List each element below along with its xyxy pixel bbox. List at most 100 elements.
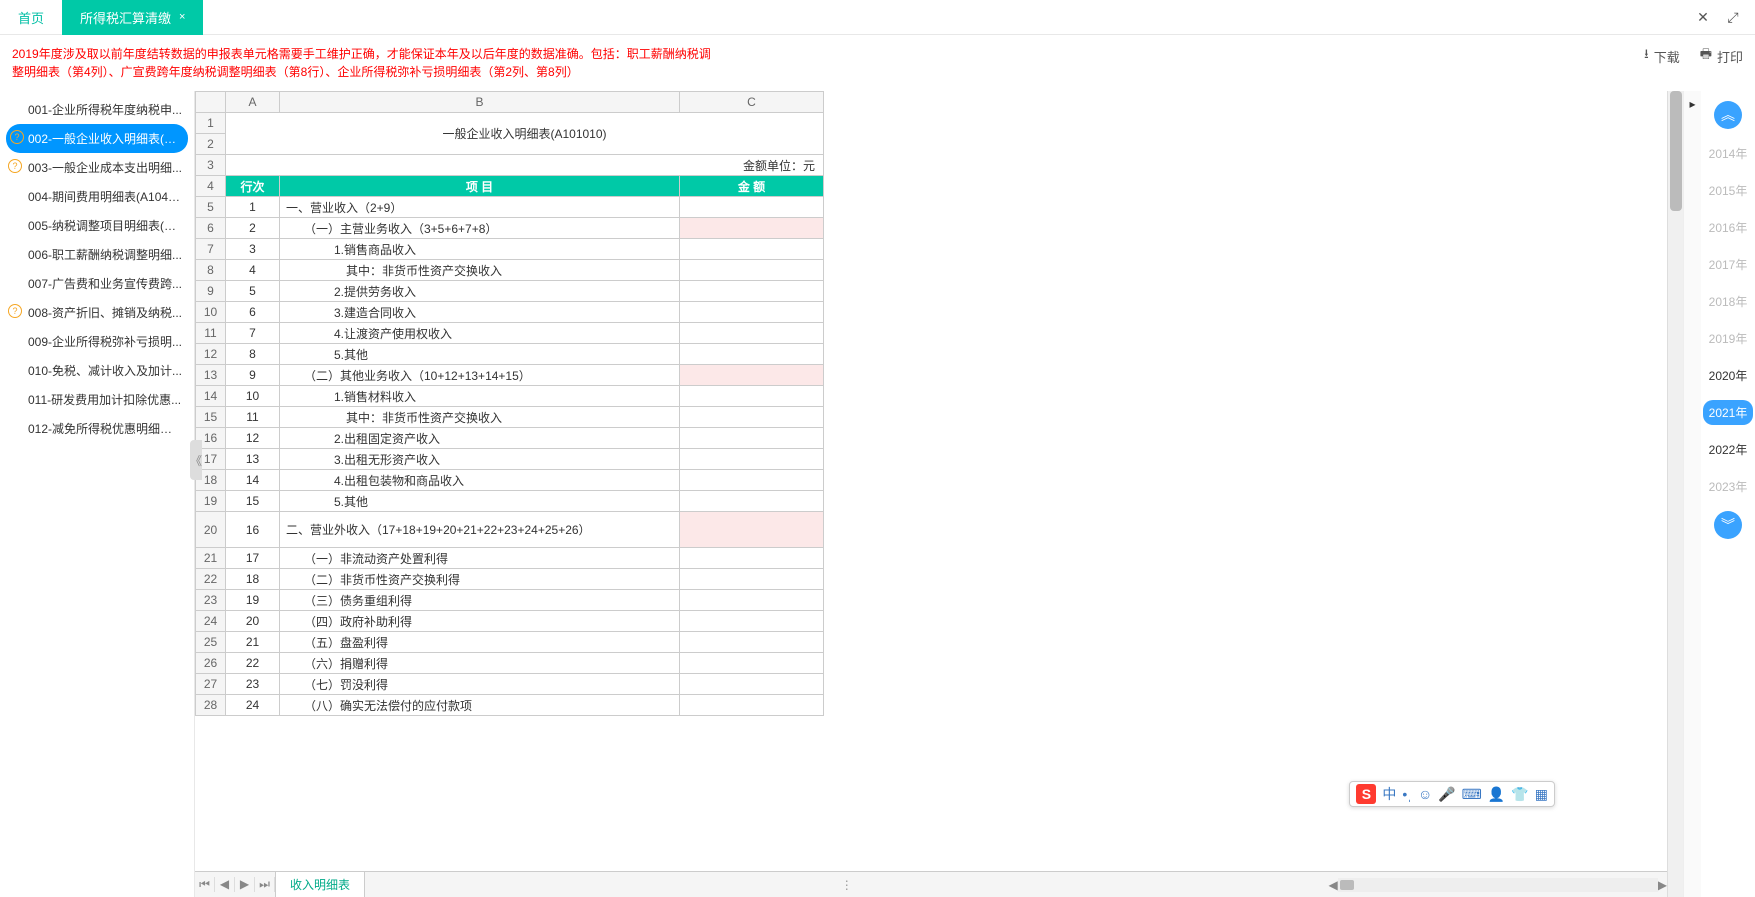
cell-rownum[interactable]: 5 — [226, 281, 280, 302]
cell-amount[interactable] — [680, 239, 824, 260]
row-header[interactable]: 22 — [196, 569, 226, 590]
cell-item[interactable]: （一）主营业务收入（3+5+6+7+8） — [280, 218, 680, 239]
cell-item[interactable]: 4.出租包装物和商品收入 — [280, 470, 680, 491]
row-header[interactable]: 24 — [196, 611, 226, 632]
hscroll-right-icon[interactable]: ▶ — [1658, 878, 1667, 892]
sheet-scroll[interactable]: A B C 1 一般企业收入明细表(A101010) 2 3 金额单位：元 4 — [195, 91, 1667, 871]
row-header[interactable]: 28 — [196, 695, 226, 716]
cell-amount[interactable] — [680, 512, 824, 548]
cell-item[interactable]: 一、营业收入（2+9） — [280, 197, 680, 218]
row-header[interactable]: 11 — [196, 323, 226, 344]
row-header[interactable]: 1 — [196, 113, 226, 134]
cell-rownum[interactable]: 16 — [226, 512, 280, 548]
header-item[interactable]: 项 目 — [280, 176, 680, 197]
cell-rownum[interactable]: 20 — [226, 611, 280, 632]
nav-next-icon[interactable]: ▶ — [235, 877, 255, 892]
sidebar-item-9[interactable]: 009-企业所得税弥补亏损明... — [0, 327, 194, 356]
year-scroll-up[interactable]: ︽ — [1714, 101, 1742, 129]
cell-amount[interactable] — [680, 365, 824, 386]
hscroll-thumb[interactable] — [1340, 880, 1354, 890]
cell-item[interactable]: （七）罚没利得 — [280, 674, 680, 695]
cell-item[interactable]: 5.其他 — [280, 344, 680, 365]
cell-item[interactable]: （五）盘盈利得 — [280, 632, 680, 653]
cell-item[interactable]: 1.销售材料收入 — [280, 386, 680, 407]
sheet-title[interactable]: 一般企业收入明细表(A101010) — [226, 113, 824, 155]
ime-lang-icon[interactable]: 中 — [1382, 784, 1396, 804]
row-header[interactable]: 10 — [196, 302, 226, 323]
cell-rownum[interactable]: 4 — [226, 260, 280, 281]
cell-item[interactable]: 其中：非货币性资产交换收入 — [280, 407, 680, 428]
nav-first-icon[interactable]: ⏮ — [195, 877, 215, 892]
cell-amount[interactable] — [680, 491, 824, 512]
year-option[interactable]: 2021年 — [1703, 400, 1754, 425]
ime-account-icon[interactable]: 👤 — [1488, 786, 1505, 803]
cell-amount[interactable] — [680, 407, 824, 428]
header-rownum[interactable]: 行次 — [226, 176, 280, 197]
row-header[interactable]: 27 — [196, 674, 226, 695]
cell-amount[interactable] — [680, 470, 824, 491]
sidebar-item-12[interactable]: 012-减免所得税优惠明细表(... — [0, 414, 194, 443]
sidebar-item-8[interactable]: ?008-资产折旧、摊销及纳税... — [0, 298, 194, 327]
sidebar-item-11[interactable]: 011-研发费用加计扣除优惠... — [0, 385, 194, 414]
col-header-b[interactable]: B — [280, 92, 680, 113]
cell-amount[interactable] — [680, 218, 824, 239]
cell-rownum[interactable]: 24 — [226, 695, 280, 716]
year-option[interactable]: 2019年 — [1703, 326, 1754, 351]
cell-rownum[interactable]: 2 — [226, 218, 280, 239]
ime-punct-icon[interactable]: •ˌ — [1402, 786, 1412, 802]
cell-item[interactable]: 2.提供劳务收入 — [280, 281, 680, 302]
cell-item[interactable]: （六）捐赠利得 — [280, 653, 680, 674]
cell-amount[interactable] — [680, 548, 824, 569]
cell-item[interactable]: 2.出租固定资产收入 — [280, 428, 680, 449]
sidebar-item-2[interactable]: ?002-一般企业收入明细表(A1... — [6, 124, 188, 153]
cell-rownum[interactable]: 1 — [226, 197, 280, 218]
sidebar-item-10[interactable]: 010-免税、减计收入及加计... — [0, 356, 194, 385]
cell-amount[interactable] — [680, 632, 824, 653]
cell-amount[interactable] — [680, 674, 824, 695]
cell-rownum[interactable]: 21 — [226, 632, 280, 653]
cell-item[interactable]: 4.让渡资产使用权收入 — [280, 323, 680, 344]
sheet-tab[interactable]: 收入明细表 — [275, 871, 365, 897]
cell-rownum[interactable]: 19 — [226, 590, 280, 611]
cell-amount[interactable] — [680, 590, 824, 611]
cell-item[interactable]: 1.销售商品收入 — [280, 239, 680, 260]
row-header[interactable]: 15 — [196, 407, 226, 428]
fullscreen-icon[interactable]: ⤢ — [1723, 7, 1743, 27]
cell-rownum[interactable]: 22 — [226, 653, 280, 674]
cell-rownum[interactable]: 7 — [226, 323, 280, 344]
header-amount[interactable]: 金 额 — [680, 176, 824, 197]
row-header[interactable]: 13 — [196, 365, 226, 386]
cell-rownum[interactable]: 15 — [226, 491, 280, 512]
row-header[interactable]: 23 — [196, 590, 226, 611]
cell-item[interactable]: （二）非货币性资产交换利得 — [280, 569, 680, 590]
cell-rownum[interactable]: 10 — [226, 386, 280, 407]
row-header[interactable]: 20 — [196, 512, 226, 548]
sidebar-item-3[interactable]: ?003-一般企业成本支出明细... — [0, 153, 194, 182]
tab-close-icon[interactable]: × — [179, 11, 185, 23]
vertical-scrollbar[interactable] — [1667, 91, 1683, 897]
row-header[interactable]: 12 — [196, 344, 226, 365]
row-header[interactable]: 4 — [196, 176, 226, 197]
year-option[interactable]: 2015年 — [1703, 178, 1754, 203]
row-header[interactable]: 25 — [196, 632, 226, 653]
year-option[interactable]: 2016年 — [1703, 215, 1754, 240]
sidebar-item-6[interactable]: 006-职工薪酬纳税调整明细... — [0, 240, 194, 269]
row-header[interactable]: 5 — [196, 197, 226, 218]
row-header[interactable]: 6 — [196, 218, 226, 239]
row-header[interactable]: 14 — [196, 386, 226, 407]
cell-rownum[interactable]: 12 — [226, 428, 280, 449]
corner-cell[interactable] — [196, 92, 226, 113]
horizontal-scrollbar[interactable] — [1338, 878, 1658, 892]
print-button[interactable]: 🖶 打印 — [1700, 45, 1743, 67]
year-option[interactable]: 2023年 — [1703, 474, 1754, 499]
cell-amount[interactable] — [680, 323, 824, 344]
cell-amount[interactable] — [680, 449, 824, 470]
year-option[interactable]: 2014年 — [1703, 141, 1754, 166]
ime-keyboard-icon[interactable]: ⌨ — [1462, 786, 1482, 803]
ime-skin-icon[interactable]: 👕 — [1511, 786, 1528, 803]
cell-amount[interactable] — [680, 653, 824, 674]
right-collapse-strip[interactable]: ▸ — [1683, 91, 1701, 897]
year-scroll-down[interactable]: ︾ — [1714, 511, 1742, 539]
row-header[interactable]: 3 — [196, 155, 226, 176]
cell-rownum[interactable]: 6 — [226, 302, 280, 323]
